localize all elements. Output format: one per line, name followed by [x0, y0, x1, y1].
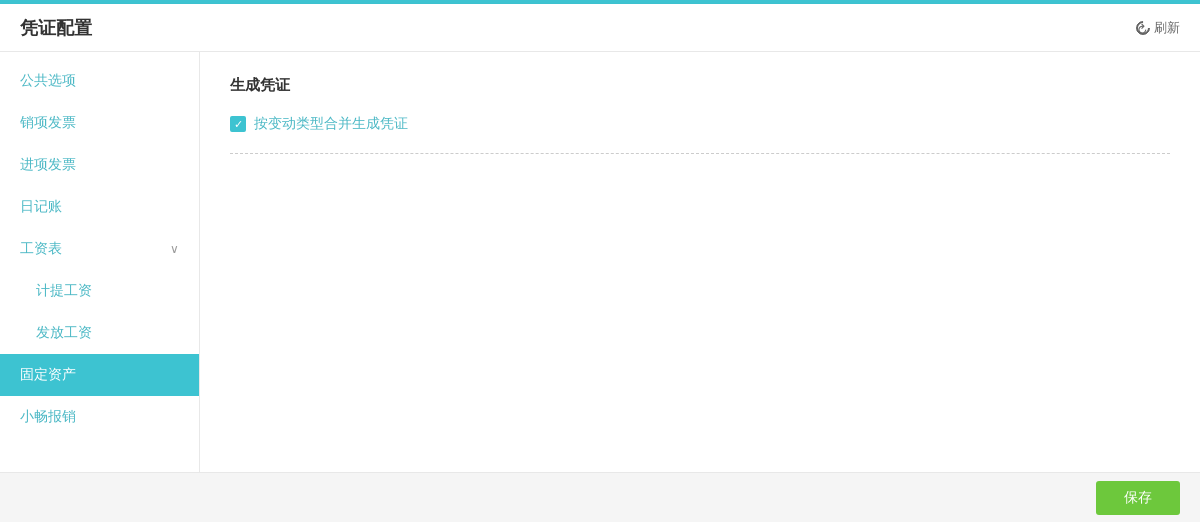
refresh-icon: ↻: [1133, 18, 1153, 38]
sidebar: 公共选项销项发票进项发票日记账工资表 ∨ 计提工资发放工资固定资产小畅报销: [0, 52, 200, 472]
sidebar-label-public: 公共选项: [20, 72, 76, 90]
sidebar-item-public[interactable]: 公共选项: [0, 60, 199, 102]
sidebar-label-payroll-distribute: 发放工资: [36, 324, 92, 342]
sidebar-label-sales-invoice: 销项发票: [20, 114, 76, 132]
checkbox-label: 按变动类型合并生成凭证: [254, 115, 408, 133]
refresh-label: 刷新: [1154, 19, 1180, 37]
sidebar-label-payroll: 工资表: [20, 240, 62, 258]
sidebar-label-payroll-accrual: 计提工资: [36, 282, 92, 300]
sidebar-item-payroll-distribute[interactable]: 发放工资: [0, 312, 199, 354]
merge-checkbox[interactable]: ✓: [230, 116, 246, 132]
checkbox-row: ✓ 按变动类型合并生成凭证: [230, 115, 1170, 133]
sidebar-label-purchase-invoice: 进项发票: [20, 156, 76, 174]
sidebar-item-sales-invoice[interactable]: 销项发票: [0, 102, 199, 144]
sidebar-item-payroll[interactable]: 工资表 ∨: [0, 228, 199, 270]
section-divider: [230, 153, 1170, 154]
sidebar-item-expense-reimbursement[interactable]: 小畅报销: [0, 396, 199, 438]
section-title: 生成凭证: [230, 76, 1170, 95]
page-header: 凭证配置 ↻ 刷新: [0, 4, 1200, 52]
sidebar-label-expense-reimbursement: 小畅报销: [20, 408, 76, 426]
sidebar-label-fixed-assets: 固定资产: [20, 366, 76, 384]
page-title: 凭证配置: [20, 16, 92, 40]
page-footer: 保存: [0, 472, 1200, 522]
sidebar-item-journal[interactable]: 日记账: [0, 186, 199, 228]
sidebar-label-journal: 日记账: [20, 198, 62, 216]
main-content: 生成凭证 ✓ 按变动类型合并生成凭证: [200, 52, 1200, 472]
refresh-button[interactable]: ↻ 刷新: [1136, 19, 1180, 37]
check-mark-icon: ✓: [234, 119, 243, 130]
save-button[interactable]: 保存: [1096, 481, 1180, 515]
sidebar-item-payroll-accrual[interactable]: 计提工资: [0, 270, 199, 312]
sidebar-item-purchase-invoice[interactable]: 进项发票: [0, 144, 199, 186]
chevron-down-icon: ∨: [170, 242, 179, 256]
sidebar-item-fixed-assets[interactable]: 固定资产: [0, 354, 199, 396]
page-body: 公共选项销项发票进项发票日记账工资表 ∨ 计提工资发放工资固定资产小畅报销 生成凭证…: [0, 52, 1200, 472]
